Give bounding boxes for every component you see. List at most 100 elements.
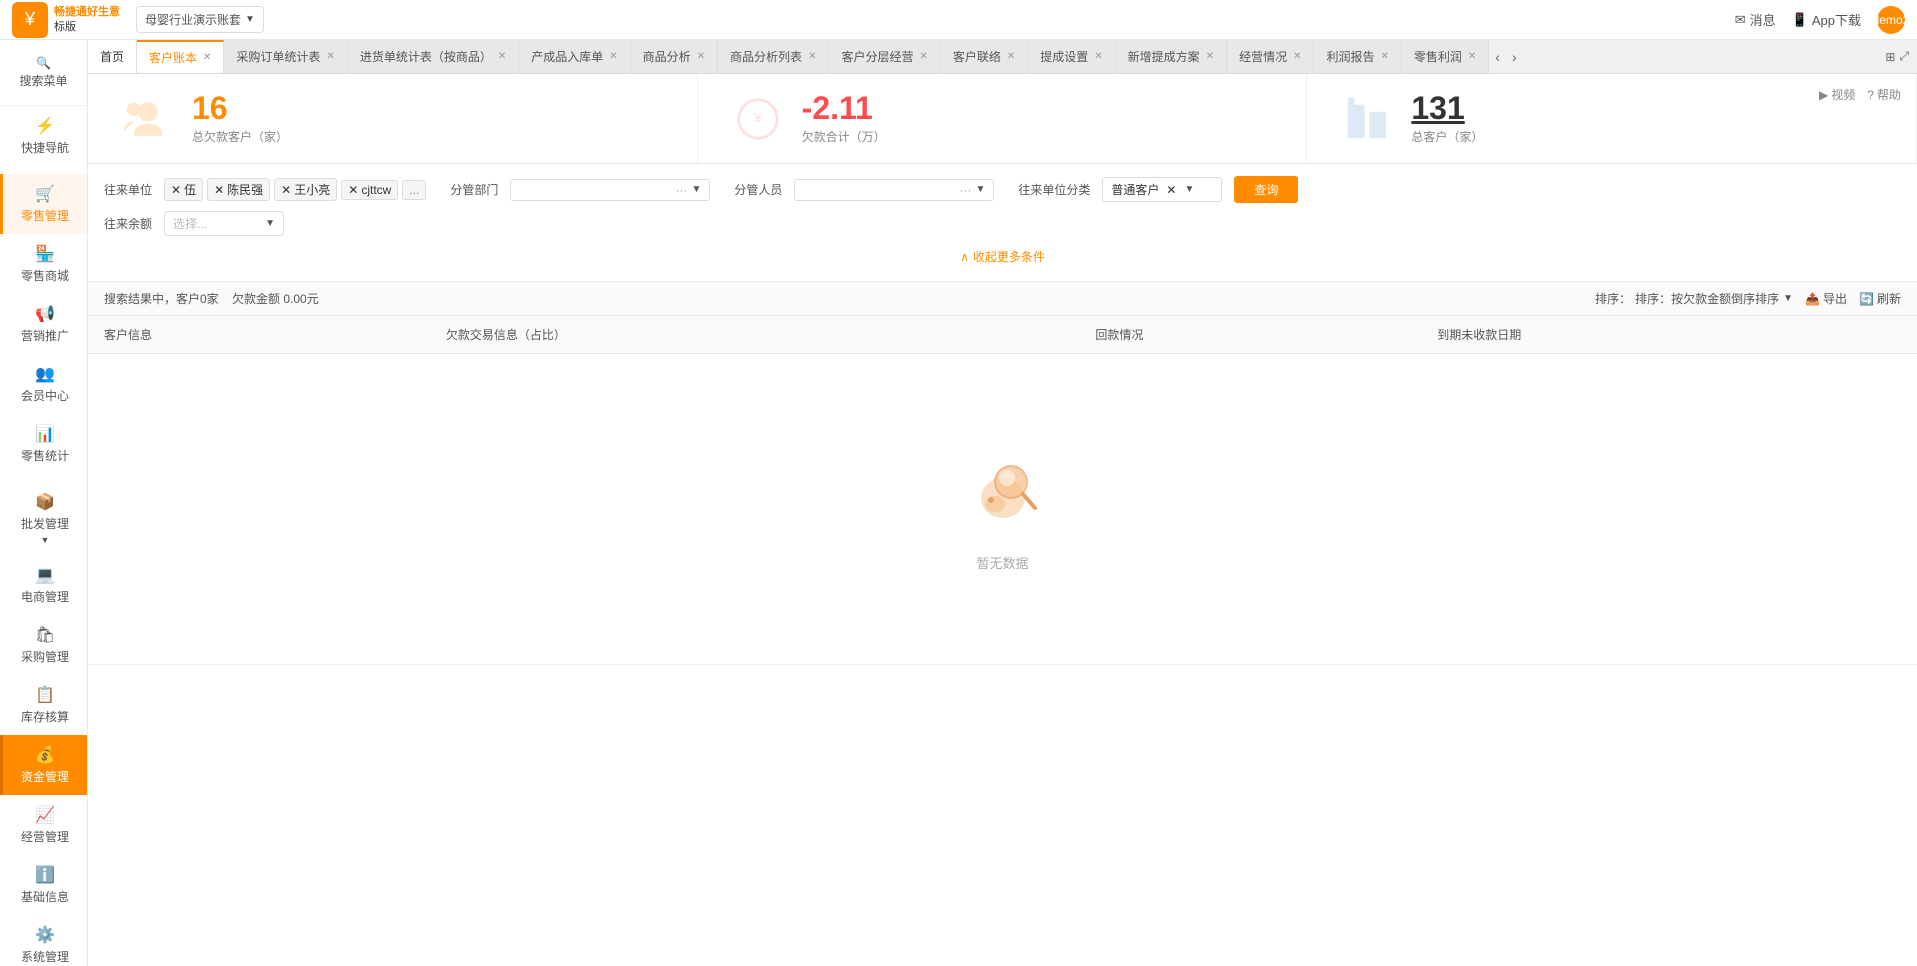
normal-customer-remove[interactable]: ✕ [1166, 183, 1176, 197]
main-layout: 🔍 搜索菜单 ⚡ 快捷导航 🛒 零售管理 🏪 零售商城 📢 营销推广 👥 会员中… [0, 40, 1917, 966]
app-download-button[interactable]: 📱 App下载 [1792, 10, 1861, 29]
sort-select[interactable]: 排序： 排序：按欠款金额倒序排序 ▼ [1595, 290, 1793, 307]
top-bar: ¥ 畅捷通好生意 标版 母婴行业演示账套 ▼ ✉ 消息 📱 App下载 demo… [0, 0, 1917, 40]
tab-customer-tier[interactable]: 客户分层经营 ✕ [829, 40, 940, 74]
sidebar-item-ecommerce[interactable]: 💻 电商管理 [0, 555, 87, 615]
close-tab-business-situation[interactable]: ✕ [1293, 51, 1301, 62]
unit-filter-label: 往来单位 [104, 181, 152, 198]
search-menu-button[interactable]: 🔍 搜索菜单 [8, 50, 79, 95]
empty-state-text: 暂无数据 [976, 553, 1028, 572]
filter-tag-more[interactable]: ... [402, 180, 426, 200]
tab-home[interactable]: 首页 [88, 40, 137, 74]
content-area: 16 总欠款客户（家） ¥ -2.11 欠款合计（万） [88, 74, 1917, 966]
tab-profit-report[interactable]: 利润报告 ✕ [1314, 40, 1401, 74]
marketing-icon: 📢 [35, 304, 55, 324]
close-tab-product-inbound[interactable]: ✕ [609, 51, 617, 62]
tab-product-analysis-list[interactable]: 商品分析列表 ✕ [718, 40, 829, 74]
sidebar-item-wholesale[interactable]: 📦 批发管理 ▼ [0, 482, 87, 555]
sidebar-item-purchase[interactable]: 🛍 采购管理 [0, 615, 87, 675]
refresh-button[interactable]: 🔄 刷新 [1859, 290, 1901, 307]
sidebar-item-members[interactable]: 👥 会员中心 [0, 354, 87, 414]
help-btn[interactable]: ? 帮助 [1867, 86, 1901, 103]
tab-inbound-stats[interactable]: 进货单统计表（按商品） ✕ [348, 40, 519, 74]
logo-line1: 畅捷通好生意 [54, 5, 120, 19]
sidebar-item-inventory[interactable]: 📋 库存核算 [0, 675, 87, 735]
tab-bar: 首页 客户账本 ✕ 采购订单统计表 ✕ 进货单统计表（按商品） ✕ 产成品入库单… [88, 40, 1917, 74]
tab-customer-ledger[interactable]: 客户账本 ✕ [137, 40, 224, 74]
system-icon: ⚙️ [35, 925, 55, 945]
inventory-icon: 📋 [35, 685, 55, 705]
total-customers-label: 总客户（家） [1411, 128, 1483, 145]
result-info: 搜索结果中，客户0家 欠款金额 0.00元 [104, 290, 319, 307]
debt-total-value: -2.11 [802, 92, 886, 124]
sidebar-item-retail-mall[interactable]: 🏪 零售商城 [0, 234, 87, 294]
close-tab-retail-profit[interactable]: ✕ [1468, 51, 1476, 62]
close-tab-product-analysis-list[interactable]: ✕ [808, 51, 816, 62]
col-customer-info: 客户信息 [88, 316, 430, 354]
tab-customer-contact[interactable]: 客户联络 ✕ [941, 40, 1028, 74]
balance-filter-select[interactable]: 选择... ▼ [164, 211, 284, 236]
sidebar-item-operations[interactable]: 📈 经营管理 [0, 795, 87, 855]
phone-icon: 📱 [1792, 12, 1808, 28]
close-tab-inbound-stats[interactable]: ✕ [498, 51, 506, 62]
tab-expand[interactable]: ⊞ ⤢ [1877, 40, 1917, 74]
person-chevron-icon: ▼ [975, 184, 985, 195]
video-help-btn[interactable]: ▶ 视频 [1819, 86, 1855, 103]
tab-new-commission[interactable]: 新增提成方案 ✕ [1116, 40, 1227, 74]
close-tab-customer-tier[interactable]: ✕ [919, 51, 927, 62]
sort-chevron: ▼ [1783, 293, 1793, 304]
tab-scroll-left[interactable]: ‹ [1489, 40, 1506, 74]
workspace-selector[interactable]: 母婴行业演示账套 ▼ [136, 6, 264, 33]
stats-card-debt-customers: 16 总欠款客户（家） [88, 74, 698, 163]
sidebar-item-finance[interactable]: 💰 资金管理 [0, 735, 87, 795]
close-tab-purchase-order[interactable]: ✕ [326, 51, 334, 62]
filter-tag-cjttcw-remove[interactable]: ✕ [348, 183, 358, 197]
expand-icon: ⊞ [1885, 50, 1895, 64]
dept-filter-select[interactable]: ··· ▼ [510, 179, 710, 201]
query-button[interactable]: 查询 [1234, 176, 1298, 203]
sidebar-item-basics[interactable]: ℹ️ 基础信息 [0, 855, 87, 915]
close-tab-customer-ledger[interactable]: ✕ [203, 52, 211, 63]
sidebar-item-retail-management[interactable]: 🛒 零售管理 [0, 174, 87, 234]
person-filter-select[interactable]: ··· ▼ [794, 179, 994, 201]
chevron-up-icon: ∧ [960, 250, 969, 264]
stats-data-debt-total: -2.11 欠款合计（万） [802, 92, 886, 145]
filter-tag-wu-remove[interactable]: ✕ [171, 183, 181, 197]
main-table: 客户信息 欠款交易信息（占比） 回款情况 到期未收款日期 [88, 316, 1917, 665]
unit-class-select[interactable]: 普通客户 ✕ ▼ [1102, 177, 1222, 202]
sidebar: 🔍 搜索菜单 ⚡ 快捷导航 🛒 零售管理 🏪 零售商城 📢 营销推广 👥 会员中… [0, 40, 88, 966]
tab-product-analysis[interactable]: 商品分析 ✕ [631, 40, 718, 74]
close-tab-profit-report[interactable]: ✕ [1381, 51, 1389, 62]
filter-tag-wang-remove[interactable]: ✕ [281, 183, 291, 197]
tab-product-inbound[interactable]: 产成品入库单 ✕ [519, 40, 630, 74]
col-payment: 回款情况 [1079, 316, 1421, 354]
close-tab-customer-contact[interactable]: ✕ [1007, 51, 1015, 62]
empty-state-cell: 暂无数据 [88, 354, 1917, 665]
sidebar-item-marketing[interactable]: 📢 营销推广 [0, 294, 87, 354]
tab-business-situation[interactable]: 经营情况 ✕ [1227, 40, 1314, 74]
members-icon: 👥 [35, 364, 55, 384]
sidebar-item-system[interactable]: ⚙️ 系统管理 [0, 915, 87, 966]
collapse-button[interactable]: ∧ 收起更多条件 [960, 248, 1045, 265]
sidebar-item-retail-stats[interactable]: 📊 零售统计 [0, 414, 87, 474]
filter-tag-wu: ✕ 伍 [164, 178, 203, 201]
avatar[interactable]: demo2 [1877, 6, 1905, 34]
close-tab-commission-settings[interactable]: ✕ [1094, 51, 1102, 62]
table-header: 客户信息 欠款交易信息（占比） 回款情况 到期未收款日期 [88, 316, 1917, 354]
filter-tag-chen-remove[interactable]: ✕ [214, 183, 224, 197]
tab-commission-settings[interactable]: 提成设置 ✕ [1028, 40, 1115, 74]
unit-filter-tags: ✕ 伍 ✕ 陈民强 ✕ 王小亮 ✕ cjttcw [164, 178, 426, 201]
message-button[interactable]: ✉ 消息 [1735, 10, 1776, 29]
wholesale-icon: 📦 [35, 492, 55, 512]
sidebar-item-quick-nav[interactable]: ⚡ 快捷导航 [0, 106, 87, 166]
help-icon: ? [1867, 88, 1874, 102]
close-tab-new-commission[interactable]: ✕ [1206, 51, 1214, 62]
debt-total-label: 欠款合计（万） [802, 128, 886, 145]
tab-retail-profit[interactable]: 零售利润 ✕ [1402, 40, 1489, 74]
close-tab-product-analysis[interactable]: ✕ [697, 51, 705, 62]
result-actions: 排序： 排序：按欠款金额倒序排序 ▼ 📤 导出 🔄 刷新 [1595, 290, 1901, 307]
tab-purchase-order[interactable]: 采购订单统计表 ✕ [224, 40, 347, 74]
export-button[interactable]: 📤 导出 [1805, 290, 1847, 307]
unit-class-label: 往来单位分类 [1018, 181, 1090, 198]
tab-scroll-right[interactable]: › [1506, 40, 1523, 74]
